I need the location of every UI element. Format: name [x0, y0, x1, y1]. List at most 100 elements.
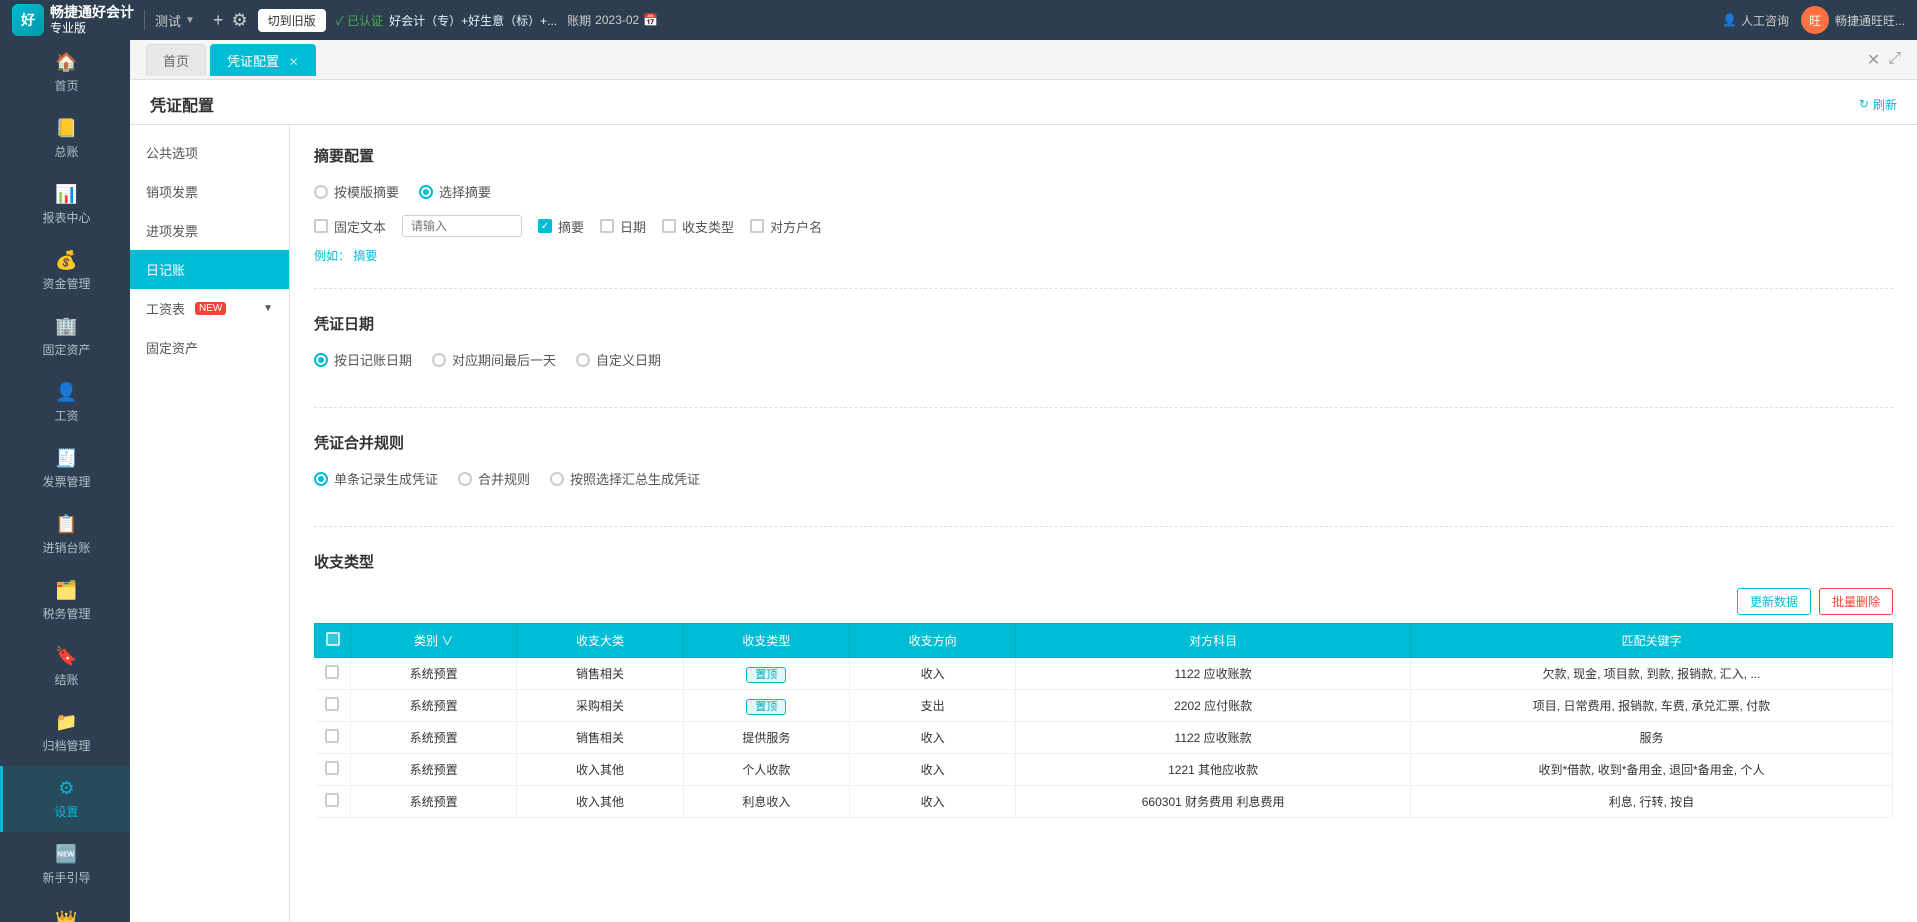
window-close-button[interactable]: ✕ — [1867, 50, 1880, 70]
th-type: 收支类型 — [683, 624, 849, 658]
checkbox-fixed-text[interactable]: 固定文本 — [314, 217, 386, 236]
sidebar-label-guide: 新手引导 — [42, 869, 90, 886]
switch-version-button[interactable]: 切到旧版 — [258, 9, 326, 32]
checkbox-counterparty-box — [750, 219, 764, 233]
row-keywords-3: 收到*借款, 收到*备用金, 退回*备用金, 个人 — [1410, 754, 1892, 786]
nav-item-diary[interactable]: 日记账 — [130, 250, 289, 289]
finance-icon: 💰 — [55, 250, 77, 271]
update-data-button[interactable]: 更新数据 — [1737, 588, 1811, 615]
income-expense-table: 类别 ∨ 收支大类 收支类型 收支方向 对方科目 匹配关键字 系统预置 — [314, 623, 1893, 818]
member-icon: 👑 — [55, 910, 77, 922]
checkbox-counterparty[interactable]: 对方户名 — [750, 217, 822, 236]
sidebar-item-ledger[interactable]: 📒 总账 — [0, 106, 130, 172]
summary-config-section: 摘要配置 按模版摘要 选择摘要 — [314, 145, 1893, 289]
summary-radio-template[interactable]: 按模版摘要 — [314, 182, 399, 201]
sidebar-item-guide[interactable]: 🆕 新手引导 — [0, 832, 130, 898]
tab-home[interactable]: 首页 — [146, 44, 206, 76]
checkbox-fixed-box — [314, 219, 328, 233]
sidebar: 🏠 首页 📒 总账 📊 报表中心 💰 资金管理 🏢 固定资产 👤 工资 🧾 发票… — [0, 40, 130, 922]
tabs-bar: 首页 凭证配置 ✕ ✕ ⤢ — [130, 40, 1917, 80]
row-checkbox-1[interactable] — [315, 690, 351, 722]
nav-item-public[interactable]: 公共选项 — [130, 133, 289, 172]
checkbox-summary[interactable]: ✓ 摘要 — [538, 217, 584, 236]
tab-voucher-config[interactable]: 凭证配置 ✕ — [210, 44, 316, 76]
row-category-3: 系统预置 — [351, 754, 517, 786]
sidebar-item-assets[interactable]: 🏢 固定资产 — [0, 304, 130, 370]
row-checkbox-2[interactable] — [315, 722, 351, 754]
window-expand-button[interactable]: ⤢ — [1888, 50, 1901, 70]
add-btn[interactable]: + — [213, 11, 224, 29]
row-select-box[interactable] — [325, 729, 339, 743]
sidebar-item-close[interactable]: 🔖 结账 — [0, 634, 130, 700]
sidebar-label-salary: 工资 — [54, 407, 78, 424]
service-btn[interactable]: 👤 人工咨询 — [1722, 12, 1789, 29]
sidebar-item-settings[interactable]: ⚙ 设置 — [0, 766, 130, 832]
nav-item-purchase-invoice[interactable]: 进项发票 — [130, 211, 289, 250]
sidebar-label-archive: 归档管理 — [42, 737, 90, 754]
row-select-box[interactable] — [325, 697, 339, 711]
sidebar-label-tracking: 进销台账 — [42, 539, 90, 556]
merge-radio-total[interactable]: 按照选择汇总生成凭证 — [550, 469, 700, 488]
summary-radio-group: 按模版摘要 选择摘要 — [314, 182, 1893, 201]
assets-icon: 🏢 — [55, 316, 77, 337]
nav-item-payroll[interactable]: 工资表 NEW ▼ — [130, 289, 289, 328]
sidebar-item-tracking[interactable]: 📋 进销台账 — [0, 502, 130, 568]
period-selector[interactable]: 账期 2023-02 📅 — [567, 12, 658, 29]
topbar-tags: ✓ 已认证 好会计（专）+好生意（标）+... — [336, 12, 558, 29]
sidebar-label-settings: 设置 — [54, 803, 78, 820]
date-radio-diary[interactable]: 按日记账日期 — [314, 350, 412, 369]
row-select-box[interactable] — [325, 793, 339, 807]
row-major-0: 销售相关 — [517, 658, 683, 690]
tab-close-icon[interactable]: ✕ — [289, 55, 299, 69]
th-major: 收支大类 — [517, 624, 683, 658]
th-account: 对方科目 — [1016, 624, 1411, 658]
sidebar-item-member[interactable]: 👑 畅会员 — [0, 898, 130, 922]
user-menu[interactable]: 旺 畅捷通旺旺... — [1801, 6, 1905, 34]
company-dropdown-icon: ▼ — [185, 15, 195, 26]
checkbox-date[interactable]: 日期 — [600, 217, 646, 236]
table-row: 系统预置 销售相关 置顶 收入 1122 应收账款 欠款, 现金, 项目款, 到… — [315, 658, 1893, 690]
sidebar-item-reports[interactable]: 📊 报表中心 — [0, 172, 130, 238]
sidebar-item-archive[interactable]: 📁 归档管理 — [0, 700, 130, 766]
summary-radio-select[interactable]: 选择摘要 — [419, 182, 491, 201]
sidebar-item-finance[interactable]: 💰 资金管理 — [0, 238, 130, 304]
sidebar-item-salary[interactable]: 👤 工资 — [0, 370, 130, 436]
merge-radio-single[interactable]: 单条记录生成凭证 — [314, 469, 438, 488]
sidebar-item-tax[interactable]: 🗂️ 税务管理 — [0, 568, 130, 634]
batch-delete-button[interactable]: 批量删除 — [1819, 588, 1893, 615]
nav-item-sales-invoice[interactable]: 销项发票 — [130, 172, 289, 211]
right-panel: 摘要配置 按模版摘要 选择摘要 — [290, 125, 1917, 922]
settings-icon[interactable]: ⚙ — [231, 11, 247, 29]
nav-item-fixed-assets[interactable]: 固定资产 — [130, 328, 289, 367]
row-type-0: 置顶 — [683, 658, 849, 690]
row-major-1: 采购相关 — [517, 690, 683, 722]
table-row: 系统预置 销售相关 提供服务 收入 1122 应收账款 服务 — [315, 722, 1893, 754]
fixed-text-input[interactable] — [402, 215, 522, 237]
page-header: 凭证配置 ↻ 刷新 — [130, 80, 1917, 125]
invoice-icon: 🧾 — [55, 448, 77, 469]
row-select-box[interactable] — [325, 761, 339, 775]
sidebar-label-ledger: 总账 — [54, 143, 78, 160]
merge-rules-section: 凭证合并规则 单条记录生成凭证 合并规则 — [314, 432, 1893, 527]
merge-radio-rules[interactable]: 合并规则 — [458, 469, 530, 488]
date-radio-last-day[interactable]: 对应期间最后一天 — [432, 350, 556, 369]
row-direction-0: 收入 — [849, 658, 1015, 690]
close-icon: 🔖 — [55, 646, 77, 667]
row-select-box[interactable] — [325, 665, 339, 679]
checkbox-type-box — [662, 219, 676, 233]
radio-total-circle — [550, 472, 564, 486]
row-checkbox-0[interactable] — [315, 658, 351, 690]
sidebar-item-home[interactable]: 🏠 首页 — [0, 40, 130, 106]
row-checkbox-3[interactable] — [315, 754, 351, 786]
sidebar-item-invoice[interactable]: 🧾 发票管理 — [0, 436, 130, 502]
select-all-checkbox[interactable] — [326, 632, 340, 646]
refresh-button[interactable]: ↻ 刷新 — [1859, 96, 1897, 113]
home-icon: 🏠 — [55, 52, 77, 73]
date-radio-custom[interactable]: 自定义日期 — [576, 350, 661, 369]
checkbox-type[interactable]: 收支类型 — [662, 217, 734, 236]
tax-icon: 🗂️ — [55, 580, 77, 601]
window-controls: ✕ ⤢ — [1867, 50, 1901, 70]
row-checkbox-4[interactable] — [315, 786, 351, 818]
row-account-2: 1122 应收账款 — [1016, 722, 1411, 754]
company-selector[interactable]: 测试 ▼ — [155, 11, 195, 30]
